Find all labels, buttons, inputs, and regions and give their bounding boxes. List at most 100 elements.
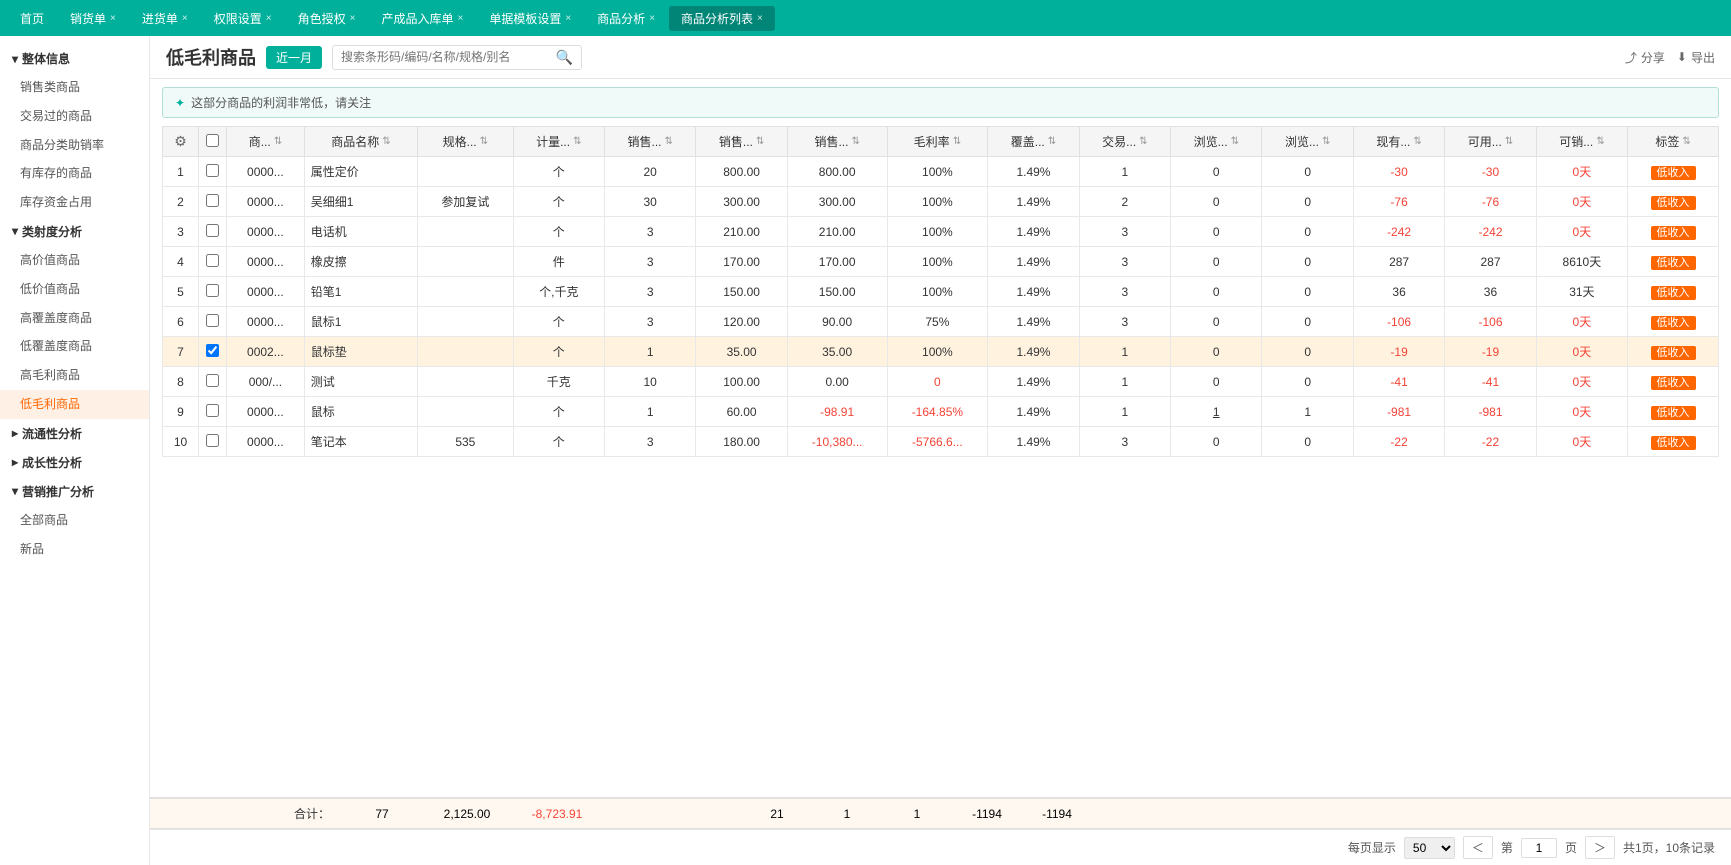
col-settings[interactable]: ⚙ bbox=[163, 127, 199, 157]
nav-item-roles[interactable]: 角色授权 × bbox=[286, 6, 368, 31]
col-tag[interactable]: 标签 ⇅ bbox=[1628, 127, 1719, 157]
gear-icon[interactable]: ⚙ bbox=[174, 133, 187, 149]
row-checkbox[interactable] bbox=[199, 157, 227, 187]
col-checkbox[interactable] bbox=[199, 127, 227, 157]
table-row[interactable]: 3 0000... 电话机 个 3 210.00 210.00 100% 1.4… bbox=[163, 217, 1719, 247]
sidebar-item-new-goods[interactable]: 新品 bbox=[0, 535, 149, 564]
col-browse2[interactable]: 浏览... ⇅ bbox=[1262, 127, 1353, 157]
close-icon[interactable]: × bbox=[182, 13, 188, 24]
page-number-input[interactable] bbox=[1521, 838, 1557, 858]
sidebar-item-category-rate[interactable]: 商品分类助销率 bbox=[0, 131, 149, 160]
table-row[interactable]: 9 0000... 鼠标 个 1 60.00 -98.91 -164.85% 1… bbox=[163, 397, 1719, 427]
col-sales2[interactable]: 销售... ⇅ bbox=[696, 127, 787, 157]
sidebar-item-low-margin[interactable]: 低毛利商品 bbox=[0, 390, 149, 419]
row-checkbox[interactable] bbox=[199, 277, 227, 307]
sidebar-group-category[interactable]: ▾ 类射度分析 bbox=[0, 217, 149, 246]
table-row[interactable]: 5 0000... 铅笔1 个,千克 3 150.00 150.00 100% … bbox=[163, 277, 1719, 307]
sidebar-item-high-coverage[interactable]: 高覆盖度商品 bbox=[0, 304, 149, 333]
prev-page-button[interactable]: ＜ bbox=[1463, 836, 1493, 859]
table-row[interactable]: 2 0000... 吴细细1 参加复试 个 30 300.00 300.00 1… bbox=[163, 187, 1719, 217]
row-checkbox[interactable] bbox=[199, 247, 227, 277]
col-sales1[interactable]: 销售... ⇅ bbox=[604, 127, 695, 157]
table-row[interactable]: 7 0002... 鼠标垫 个 1 35.00 35.00 100% 1.49%… bbox=[163, 337, 1719, 367]
table-row[interactable]: 10 0000... 笔记本 535 个 3 180.00 -10,380...… bbox=[163, 427, 1719, 457]
row-checkbox[interactable] bbox=[199, 397, 227, 427]
col-sales3[interactable]: 销售... ⇅ bbox=[787, 127, 887, 157]
sidebar-item-low-coverage[interactable]: 低覆盖度商品 bbox=[0, 332, 149, 361]
row-checkbox[interactable] bbox=[199, 367, 227, 397]
sidebar-item-traded-goods[interactable]: 交易过的商品 bbox=[0, 102, 149, 131]
search-input[interactable] bbox=[341, 50, 550, 64]
row-checkbox[interactable] bbox=[199, 217, 227, 247]
row-checkbox[interactable] bbox=[199, 307, 227, 337]
nav-item-product-analysis-list[interactable]: 商品分析列表 × bbox=[669, 6, 775, 31]
row-name: 吴细细1 bbox=[304, 187, 417, 217]
row-browse1[interactable]: 0 bbox=[1171, 157, 1262, 187]
row-browse1[interactable]: 0 bbox=[1171, 337, 1262, 367]
close-icon[interactable]: × bbox=[457, 13, 463, 24]
sidebar-item-in-stock[interactable]: 有库存的商品 bbox=[0, 159, 149, 188]
row-browse1[interactable]: 1 bbox=[1171, 397, 1262, 427]
row-browse1[interactable]: 0 bbox=[1171, 217, 1262, 247]
close-icon[interactable]: × bbox=[757, 13, 763, 24]
col-browse1[interactable]: 浏览... ⇅ bbox=[1171, 127, 1262, 157]
sidebar-group-flow[interactable]: ▸ 流通性分析 bbox=[0, 419, 149, 448]
col-unit[interactable]: 计量... ⇅ bbox=[513, 127, 604, 157]
filter-recent-month-button[interactable]: 近一月 bbox=[266, 46, 322, 69]
sidebar-item-high-margin[interactable]: 高毛利商品 bbox=[0, 361, 149, 390]
close-icon[interactable]: × bbox=[110, 13, 116, 24]
row-browse1[interactable]: 0 bbox=[1171, 427, 1262, 457]
next-page-button[interactable]: ＞ bbox=[1585, 836, 1615, 859]
close-icon[interactable]: × bbox=[266, 13, 272, 24]
col-avail[interactable]: 可用... ⇅ bbox=[1445, 127, 1536, 157]
col-sellable[interactable]: 可销... ⇅ bbox=[1536, 127, 1627, 157]
close-icon[interactable]: × bbox=[350, 13, 356, 24]
col-stock[interactable]: 现有... ⇅ bbox=[1353, 127, 1444, 157]
col-trade[interactable]: 交易... ⇅ bbox=[1079, 127, 1170, 157]
col-spec[interactable]: 规格... ⇅ bbox=[418, 127, 513, 157]
sidebar-item-high-value[interactable]: 高价值商品 bbox=[0, 246, 149, 275]
row-sales1: 1 bbox=[604, 337, 695, 367]
share-button[interactable]: ⤴ 分享 bbox=[1625, 49, 1665, 66]
row-browse1[interactable]: 0 bbox=[1171, 187, 1262, 217]
sidebar-group-overview[interactable]: ▾ 整体信息 bbox=[0, 44, 149, 73]
close-icon[interactable]: × bbox=[565, 13, 571, 24]
sidebar-item-low-value[interactable]: 低价值商品 bbox=[0, 275, 149, 304]
row-name: 属性定价 bbox=[304, 157, 417, 187]
row-browse1[interactable]: 0 bbox=[1171, 367, 1262, 397]
per-page-select[interactable]: 50 100 200 bbox=[1404, 837, 1455, 859]
row-name: 鼠标1 bbox=[304, 307, 417, 337]
row-browse1[interactable]: 0 bbox=[1171, 247, 1262, 277]
nav-item-template[interactable]: 单据模板设置 × bbox=[477, 6, 583, 31]
col-name[interactable]: 商品名称 ⇅ bbox=[304, 127, 417, 157]
row-checkbox[interactable] bbox=[199, 187, 227, 217]
row-checkbox[interactable] bbox=[199, 427, 227, 457]
select-all-checkbox[interactable] bbox=[206, 134, 219, 147]
table-row[interactable]: 1 0000... 属性定价 个 20 800.00 800.00 100% 1… bbox=[163, 157, 1719, 187]
sidebar-group-marketing[interactable]: ▾ 营销推广分析 bbox=[0, 477, 149, 506]
nav-item-home[interactable]: 首页 bbox=[8, 6, 56, 31]
nav-item-product-analysis[interactable]: 商品分析 × bbox=[585, 6, 667, 31]
sidebar-group-growth[interactable]: ▸ 成长性分析 bbox=[0, 448, 149, 477]
row-checkbox[interactable] bbox=[199, 337, 227, 367]
col-gross[interactable]: 毛利率 ⇅ bbox=[887, 127, 988, 157]
nav-item-permissions[interactable]: 权限设置 × bbox=[202, 6, 284, 31]
export-button[interactable]: ⬇ 导出 bbox=[1677, 49, 1715, 66]
row-browse1[interactable]: 0 bbox=[1171, 307, 1262, 337]
close-icon[interactable]: × bbox=[649, 13, 655, 24]
sidebar-item-sales-goods[interactable]: 销售类商品 bbox=[0, 73, 149, 102]
table-row[interactable]: 8 000/... 测试 千克 10 100.00 0.00 0 1.49% 1… bbox=[163, 367, 1719, 397]
row-browse1[interactable]: 0 bbox=[1171, 277, 1262, 307]
col-code[interactable]: 商... ⇅ bbox=[227, 127, 305, 157]
row-sales1: 3 bbox=[604, 247, 695, 277]
sidebar-item-all-goods[interactable]: 全部商品 bbox=[0, 506, 149, 535]
nav-item-product-instock[interactable]: 产成品入库单 × bbox=[369, 6, 475, 31]
row-browse2: 0 bbox=[1262, 427, 1353, 457]
table-row[interactable]: 4 0000... 橡皮擦 件 3 170.00 170.00 100% 1.4… bbox=[163, 247, 1719, 277]
sidebar-item-capital[interactable]: 库存资金占用 bbox=[0, 188, 149, 217]
search-icon[interactable]: 🔍 bbox=[556, 49, 573, 66]
col-cover[interactable]: 覆盖... ⇅ bbox=[988, 127, 1079, 157]
nav-item-purchase[interactable]: 进货单 × bbox=[130, 6, 200, 31]
nav-item-sales[interactable]: 销货单 × bbox=[58, 6, 128, 31]
table-row[interactable]: 6 0000... 鼠标1 个 3 120.00 90.00 75% 1.49%… bbox=[163, 307, 1719, 337]
